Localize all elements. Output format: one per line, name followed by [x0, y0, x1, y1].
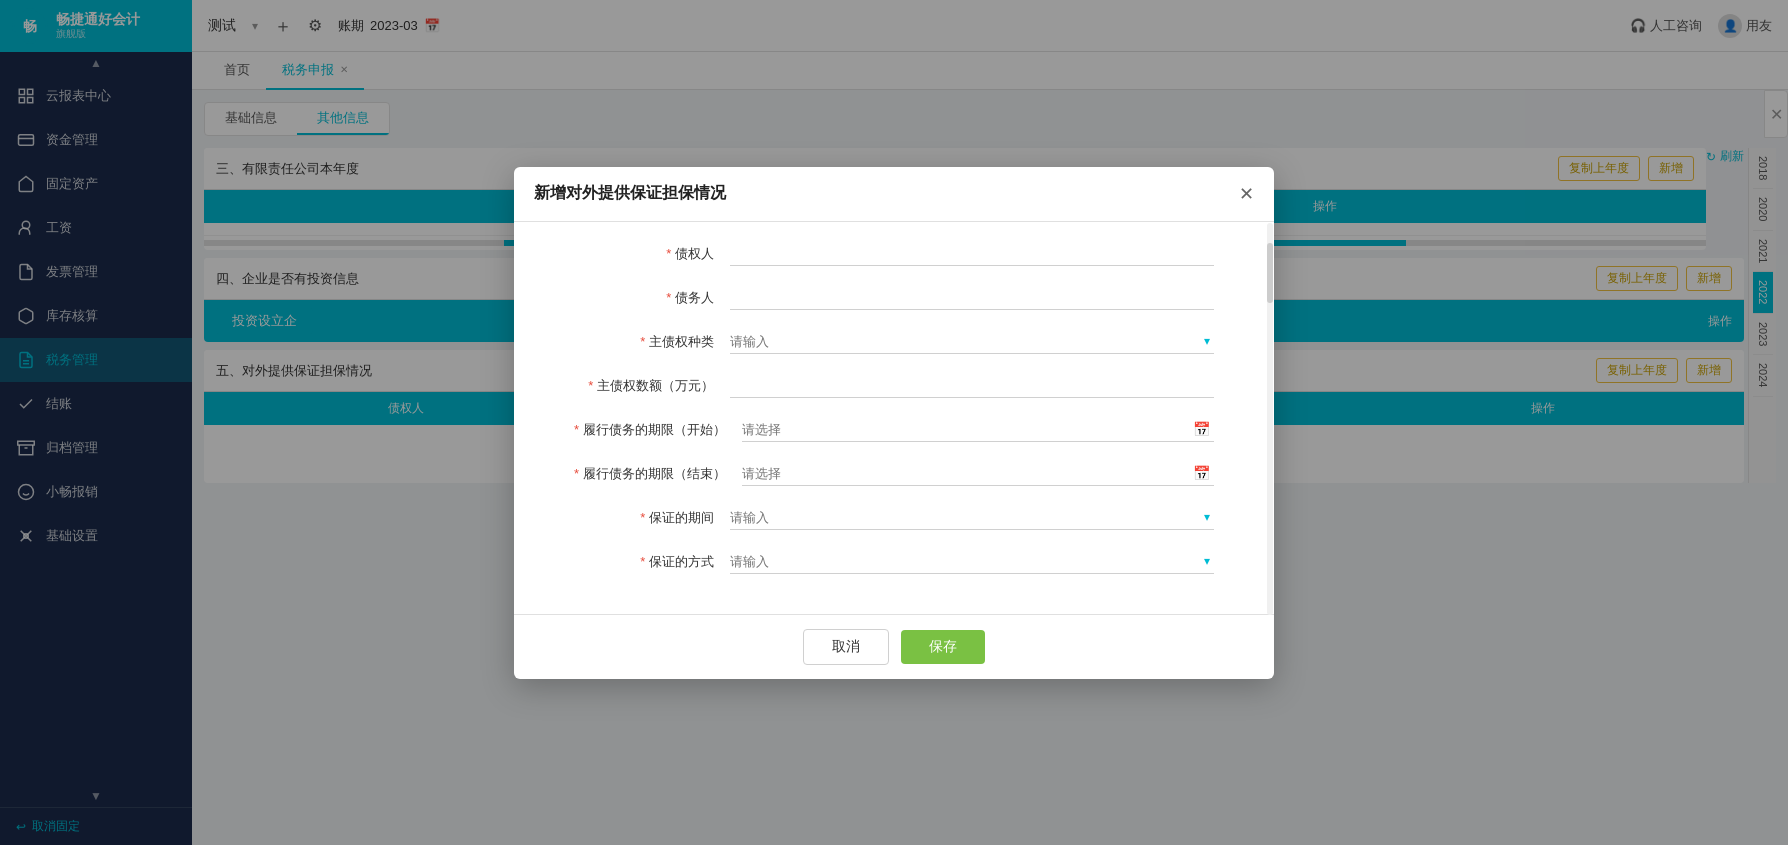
guarantee-period-chevron-icon: ▾ — [1204, 510, 1210, 524]
guarantee-method-select[interactable]: ▾ — [730, 550, 1214, 574]
guarantee-method-row: * 保证的方式 ▾ — [574, 550, 1214, 574]
claim-amount-label: * 主债权数额（万元） — [574, 377, 714, 395]
save-button[interactable]: 保存 — [901, 630, 985, 664]
period-start-date[interactable]: 📅 — [742, 418, 1214, 442]
claim-type-label: * 主债权种类 — [574, 333, 714, 351]
guarantee-period-label: * 保证的期间 — [574, 509, 714, 527]
period-start-row: * 履行债务的期限（开始） 📅 — [574, 418, 1214, 442]
period-start-label: * 履行债务的期限（开始） — [574, 421, 726, 439]
debtor-input[interactable] — [730, 286, 1214, 310]
modal-body: * 债权人 * 债务人 * 主债权种类 — [514, 222, 1274, 614]
period-end-input[interactable] — [742, 462, 1214, 485]
guarantee-period-select[interactable]: ▾ — [730, 506, 1214, 530]
modal-footer: 取消 保存 — [514, 614, 1274, 679]
modal-header: 新增对外提供保证担保情况 ✕ — [514, 167, 1274, 222]
guarantee-method-label: * 保证的方式 — [574, 553, 714, 571]
creditor-row: * 债权人 — [574, 242, 1214, 266]
claim-type-chevron-icon: ▾ — [1204, 334, 1210, 348]
period-end-row: * 履行债务的期限（结束） 📅 — [574, 462, 1214, 486]
modal-close-btn[interactable]: ✕ — [1239, 183, 1254, 205]
guarantee-period-row: * 保证的期间 ▾ — [574, 506, 1214, 530]
cancel-button[interactable]: 取消 — [803, 629, 889, 665]
claim-type-row: * 主债权种类 ▾ — [574, 330, 1214, 354]
calendar-end-icon: 📅 — [1193, 465, 1210, 481]
period-end-label: * 履行债务的期限（结束） — [574, 465, 726, 483]
period-end-date[interactable]: 📅 — [742, 462, 1214, 486]
claim-amount-row: * 主债权数额（万元） — [574, 374, 1214, 398]
period-start-input[interactable] — [742, 418, 1214, 441]
guarantee-method-input[interactable] — [730, 550, 1214, 573]
calendar-start-icon: 📅 — [1193, 421, 1210, 437]
claim-type-input[interactable] — [730, 330, 1214, 353]
guarantee-modal: 新增对外提供保证担保情况 ✕ * 债权人 * 债务人 — [514, 167, 1274, 679]
claim-amount-input[interactable] — [730, 374, 1214, 398]
guarantee-method-chevron-icon: ▾ — [1204, 554, 1210, 568]
modal-title: 新增对外提供保证担保情况 — [534, 183, 726, 204]
creditor-label: * 债权人 — [574, 245, 714, 263]
debtor-row: * 债务人 — [574, 286, 1214, 310]
creditor-input[interactable] — [730, 242, 1214, 266]
guarantee-period-input[interactable] — [730, 506, 1214, 529]
modal-scrollbar[interactable] — [1266, 223, 1274, 615]
debtor-label: * 债务人 — [574, 289, 714, 307]
claim-type-select[interactable]: ▾ — [730, 330, 1214, 354]
modal-overlay: 新增对外提供保证担保情况 ✕ * 债权人 * 债务人 — [0, 0, 1788, 845]
